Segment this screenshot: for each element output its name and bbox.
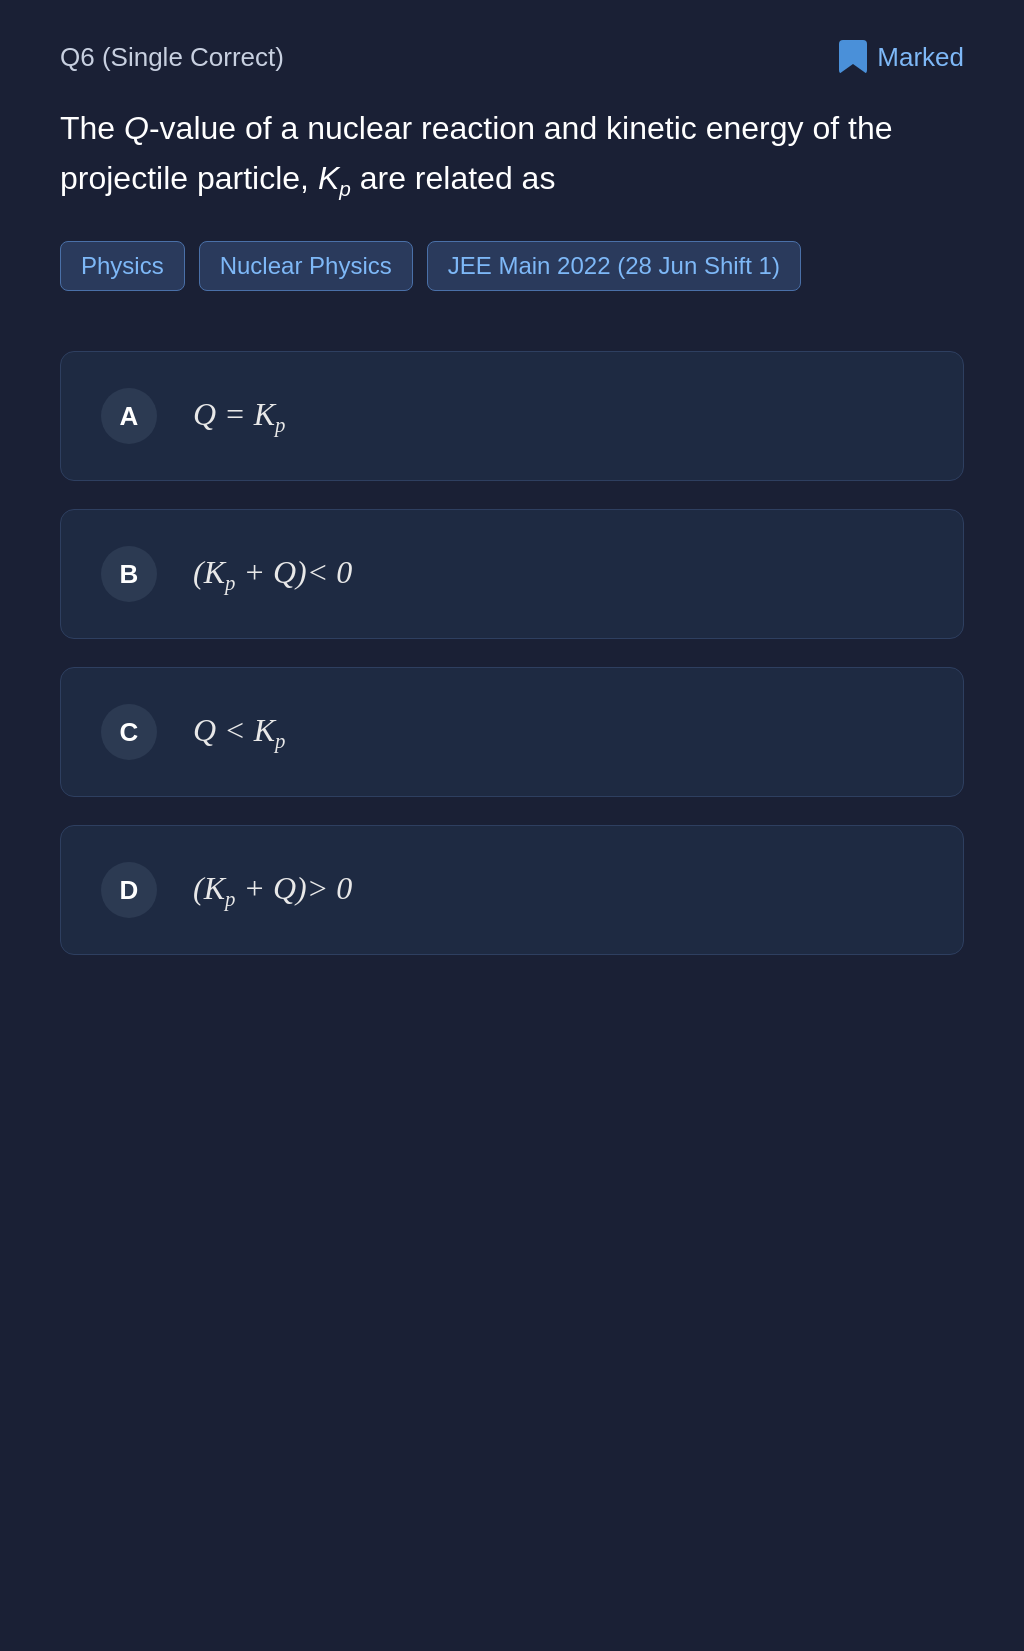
- question-header: Q6 (Single Correct) Marked: [60, 40, 964, 74]
- option-d[interactable]: D (Kp + Q)> 0: [60, 825, 964, 955]
- tag-nuclear-physics[interactable]: Nuclear Physics: [199, 241, 413, 291]
- question-label: Q6 (Single Correct): [60, 42, 284, 73]
- option-b-formula: (Kp + Q)< 0: [193, 554, 352, 595]
- option-c[interactable]: C Q < Kp: [60, 667, 964, 797]
- marked-label: Marked: [877, 42, 964, 73]
- bookmark-icon: [839, 40, 867, 74]
- options-container: A Q = Kp B (Kp + Q)< 0 C Q < Kp D (Kp + …: [60, 351, 964, 955]
- tag-jee-main[interactable]: JEE Main 2022 (28 Jun Shift 1): [427, 241, 801, 291]
- tags-container: Physics Nuclear Physics JEE Main 2022 (2…: [60, 241, 964, 291]
- option-b[interactable]: B (Kp + Q)< 0: [60, 509, 964, 639]
- option-a[interactable]: A Q = Kp: [60, 351, 964, 481]
- option-c-formula: Q < Kp: [193, 712, 285, 753]
- option-d-letter: D: [101, 862, 157, 918]
- option-c-letter: C: [101, 704, 157, 760]
- option-a-formula: Q = Kp: [193, 396, 285, 437]
- question-text: The Q-value of a nuclear reaction and ki…: [60, 104, 964, 205]
- marked-badge[interactable]: Marked: [839, 40, 964, 74]
- tag-physics[interactable]: Physics: [60, 241, 185, 291]
- option-d-formula: (Kp + Q)> 0: [193, 870, 352, 911]
- option-a-letter: A: [101, 388, 157, 444]
- option-b-letter: B: [101, 546, 157, 602]
